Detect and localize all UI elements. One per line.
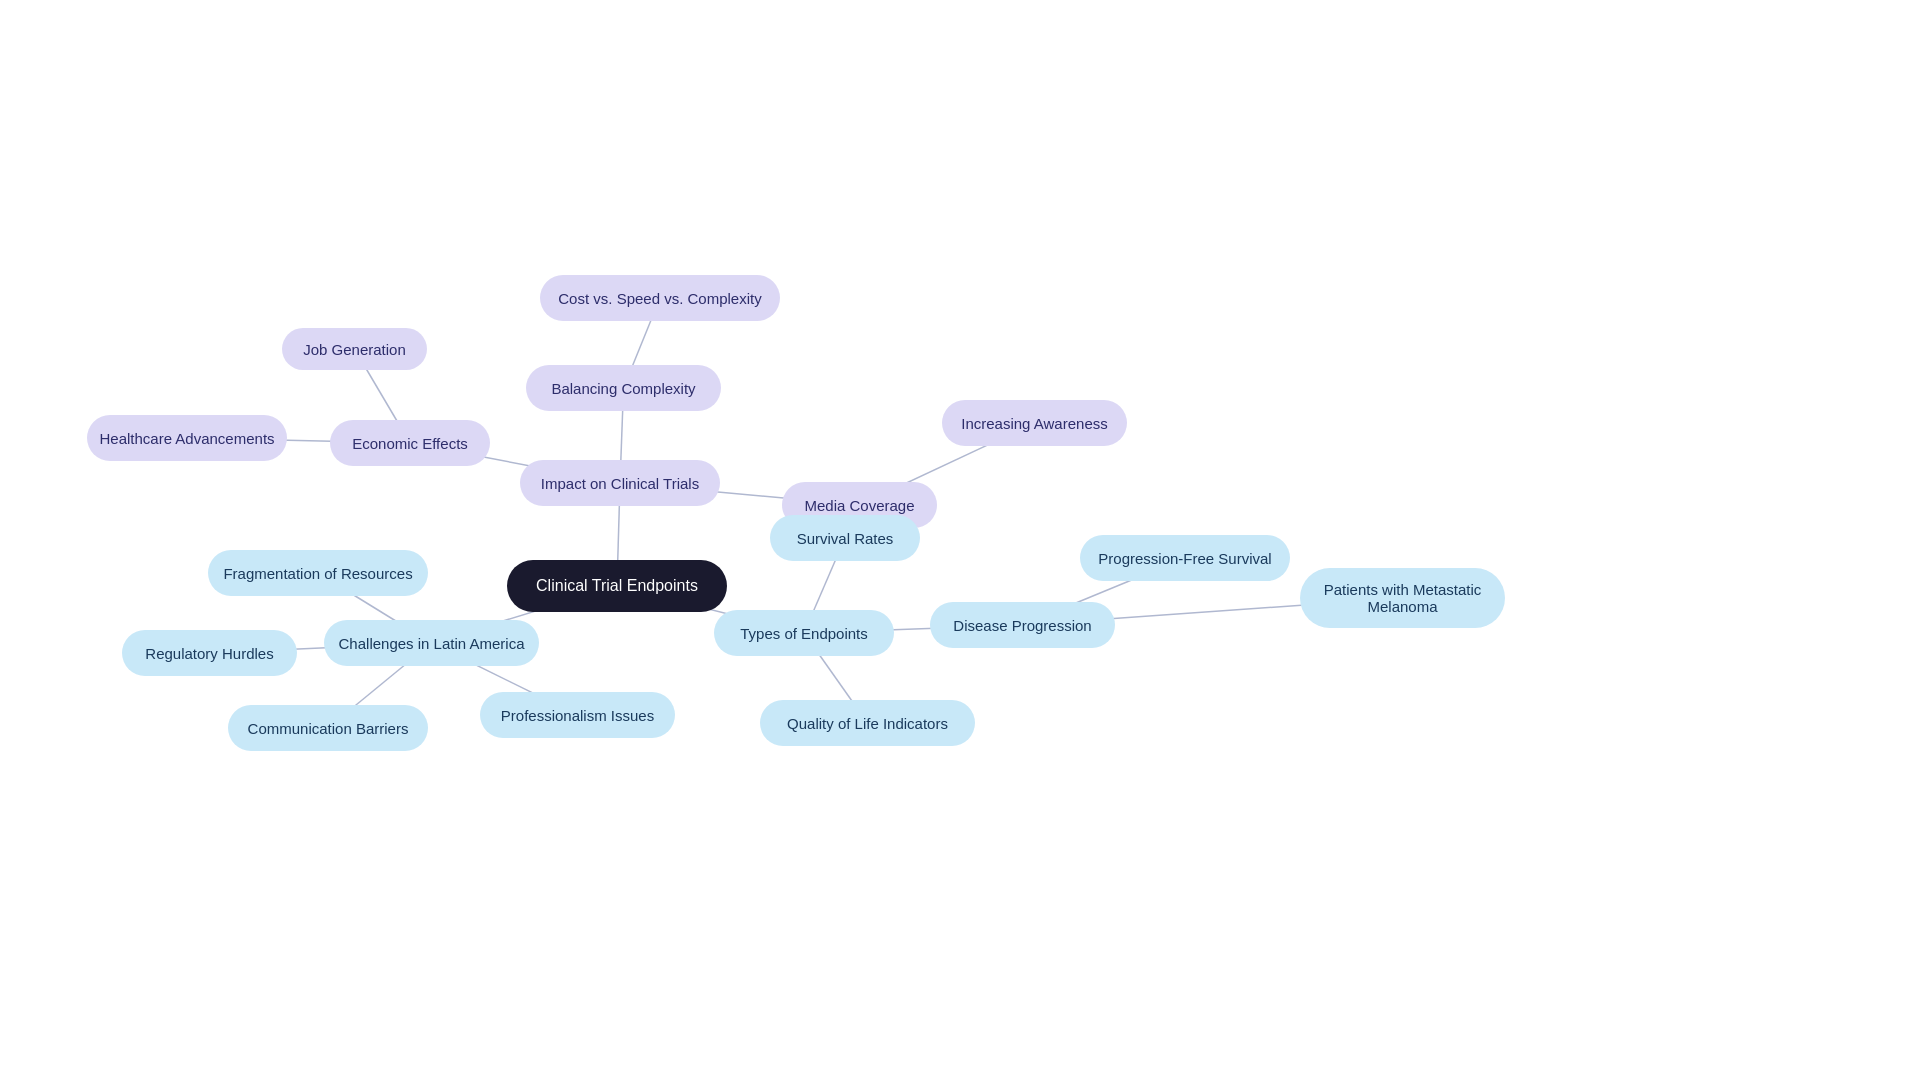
node-label-survivalRates: Survival Rates	[797, 530, 894, 547]
node-label-communicationBarriers: Communication Barriers	[248, 720, 409, 737]
node-survivalRates[interactable]: Survival Rates	[770, 515, 920, 561]
node-label-jobGeneration: Job Generation	[303, 341, 406, 358]
node-regulatoryHurdles[interactable]: Regulatory Hurdles	[122, 630, 297, 676]
node-patientsMetastaticMelanoma[interactable]: Patients with Metastatic Melanoma	[1300, 568, 1505, 628]
node-label-progressionFreeSurvival: Progression-Free Survival	[1098, 550, 1271, 567]
node-label-impactClinicalTrials: Impact on Clinical Trials	[541, 475, 699, 492]
node-healthcareAdvancements[interactable]: Healthcare Advancements	[87, 415, 287, 461]
node-progressionFreeSurvival[interactable]: Progression-Free Survival	[1080, 535, 1290, 581]
node-impactClinicalTrials[interactable]: Impact on Clinical Trials	[520, 460, 720, 506]
node-communicationBarriers[interactable]: Communication Barriers	[228, 705, 428, 751]
node-qualityOfLife[interactable]: Quality of Life Indicators	[760, 700, 975, 746]
node-diseaseProgression[interactable]: Disease Progression	[930, 602, 1115, 648]
node-label-qualityOfLife: Quality of Life Indicators	[787, 715, 948, 732]
node-increasingAwareness[interactable]: Increasing Awareness	[942, 400, 1127, 446]
connections-svg	[0, 0, 1920, 1083]
node-label-professionalismIssues: Professionalism Issues	[501, 707, 654, 724]
node-challengesLatinAmerica[interactable]: Challenges in Latin America	[324, 620, 539, 666]
node-label-typesOfEndpoints: Types of Endpoints	[740, 625, 868, 642]
node-fragmentationResources[interactable]: Fragmentation of Resources	[208, 550, 428, 596]
node-label-healthcareAdvancements: Healthcare Advancements	[99, 430, 274, 447]
node-professionalismIssues[interactable]: Professionalism Issues	[480, 692, 675, 738]
node-label-costVsSpeed: Cost vs. Speed vs. Complexity	[558, 290, 761, 307]
node-balancingComplexity[interactable]: Balancing Complexity	[526, 365, 721, 411]
node-costVsSpeed[interactable]: Cost vs. Speed vs. Complexity	[540, 275, 780, 321]
node-label-center: Clinical Trial Endpoints	[536, 577, 698, 595]
node-label-fragmentationResources: Fragmentation of Resources	[223, 565, 412, 582]
node-label-economicEffects: Economic Effects	[352, 435, 468, 452]
node-label-regulatoryHurdles: Regulatory Hurdles	[145, 645, 273, 662]
node-label-mediaCoverage: Media Coverage	[804, 497, 914, 514]
node-typesOfEndpoints[interactable]: Types of Endpoints	[714, 610, 894, 656]
node-label-increasingAwareness: Increasing Awareness	[961, 415, 1107, 432]
mind-map: Clinical Trial Endpoints Impact on Clinic…	[0, 0, 1920, 1083]
node-label-patientsMetastaticMelanoma: Patients with Metastatic Melanoma	[1324, 581, 1482, 615]
node-label-diseaseProgression: Disease Progression	[953, 617, 1091, 634]
node-center[interactable]: Clinical Trial Endpoints	[507, 560, 727, 612]
node-economicEffects[interactable]: Economic Effects	[330, 420, 490, 466]
node-label-balancingComplexity: Balancing Complexity	[551, 380, 695, 397]
node-jobGeneration[interactable]: Job Generation	[282, 328, 427, 370]
node-label-challengesLatinAmerica: Challenges in Latin America	[339, 635, 525, 652]
